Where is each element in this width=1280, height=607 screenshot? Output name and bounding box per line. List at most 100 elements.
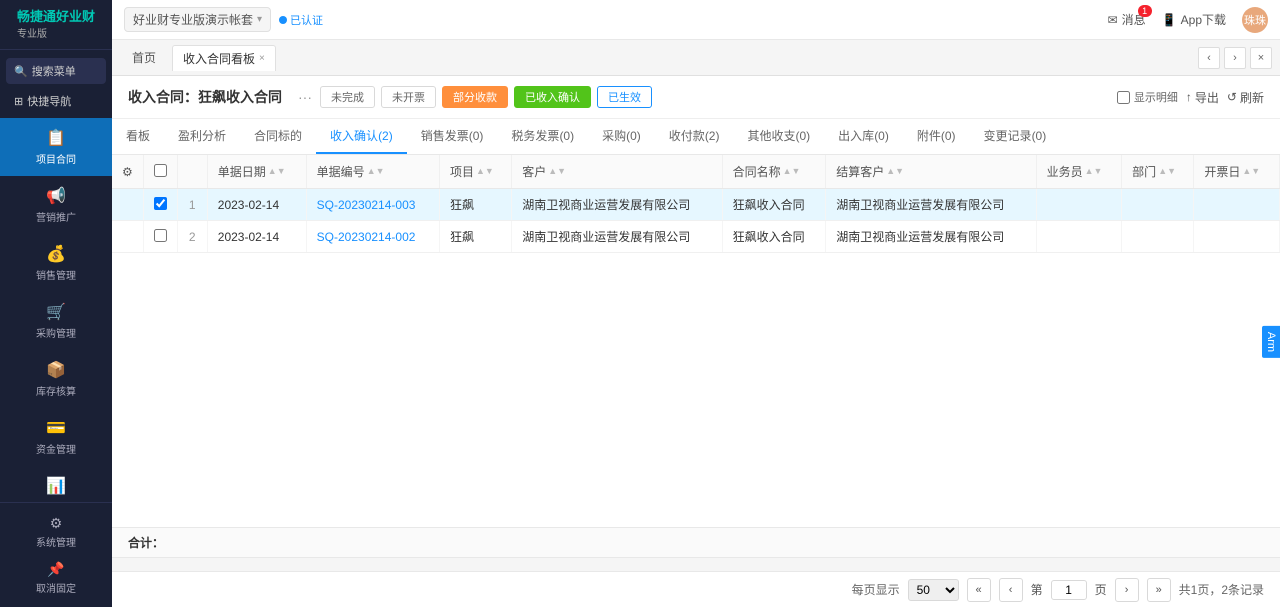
user-action[interactable]: 珠珠: [1242, 7, 1268, 33]
sidebar-item-unpin[interactable]: 📌 取消固定: [0, 555, 112, 601]
th-salesperson[interactable]: 业务员 ▲▼: [1036, 155, 1122, 189]
show-details-toggle[interactable]: 显示明细: [1117, 89, 1178, 105]
subtab-change-log[interactable]: 变更记录(0): [970, 119, 1061, 154]
status-effective-btn[interactable]: 已生效: [597, 86, 652, 108]
contract-more-btn[interactable]: ···: [298, 89, 312, 105]
subtab-purchase[interactable]: 采购(0): [588, 119, 655, 154]
topbar: 好业财专业版演示帐套 ▾ 已认证 ✉ 消息 1 📱 App下载 珠珠: [112, 0, 1280, 40]
th-checkbox: [143, 155, 177, 189]
table-row[interactable]: 1 2023-02-14 SQ-20230214-003 狂飙 湖南卫视商业运营…: [112, 189, 1280, 221]
sort-icon-department: ▲▼: [1158, 167, 1176, 176]
th-invoice-date-label: 开票日: [1204, 163, 1240, 180]
page-current-input[interactable]: [1051, 580, 1087, 600]
sidebar-item-project-contract[interactable]: 📋 项目合同: [0, 118, 112, 176]
row2-checkbox[interactable]: [154, 229, 167, 242]
table-row[interactable]: 2 2023-02-14 SQ-20230214-002 狂飙 湖南卫视商业运营…: [112, 221, 1280, 253]
page-prev-btn[interactable]: ‹: [999, 578, 1023, 602]
page-size-select[interactable]: 50 20 100: [908, 579, 959, 601]
td-contract-2: 狂飙收入合同: [722, 221, 826, 253]
td-department-1: [1122, 189, 1194, 221]
contract-title-name: 狂飙收入合同: [198, 89, 282, 105]
subtab-profit[interactable]: 盈利分析: [164, 119, 240, 154]
th-settlement[interactable]: 结算客户 ▲▼: [826, 155, 1036, 189]
sort-department[interactable]: 部门 ▲▼: [1132, 163, 1183, 180]
subtab-revenue-confirm[interactable]: 收入确认(2): [316, 119, 407, 154]
tab-close-all-btn[interactable]: ×: [1250, 47, 1272, 69]
th-project[interactable]: 项目 ▲▼: [440, 155, 512, 189]
subtab-sales-invoice[interactable]: 销售发票(0): [407, 119, 498, 154]
sidebar: 畅捷通好业财 专业版 🔍 搜索菜单 ⊞ 快捷导航 📋 项目合同 📢 营销推广 💰…: [0, 0, 112, 607]
subtab-warehouse[interactable]: 出入库(0): [824, 119, 903, 154]
status-incomplete-btn[interactable]: 未完成: [320, 86, 375, 108]
select-all-checkbox[interactable]: [154, 164, 167, 177]
subtab-board[interactable]: 看板: [112, 119, 164, 154]
page-last-btn[interactable]: »: [1147, 578, 1171, 602]
company-dropdown-icon: ▾: [257, 14, 262, 25]
row1-checkbox[interactable]: [154, 197, 167, 210]
app-sub: 专业版: [17, 25, 95, 40]
td-project-2: 狂飙: [440, 221, 512, 253]
horizontal-scrollbar[interactable]: [112, 557, 1280, 571]
page-first-btn[interactable]: «: [967, 578, 991, 602]
subtab-contract-items[interactable]: 合同标的: [240, 119, 316, 154]
th-order-no[interactable]: 单据编号 ▲▼: [306, 155, 439, 189]
sort-invoice-date[interactable]: 开票日 ▲▼: [1204, 163, 1269, 180]
td-checkbox-2[interactable]: [143, 221, 177, 253]
td-checkbox-1[interactable]: [143, 189, 177, 221]
td-order-2[interactable]: SQ-20230214-002: [306, 221, 439, 253]
sidebar-item-purchase[interactable]: 🛒 采购管理: [0, 292, 112, 350]
status-confirmed-btn[interactable]: 已收入确认: [514, 86, 591, 108]
page-next-btn[interactable]: ›: [1115, 578, 1139, 602]
data-table: ⚙ 单据日期 ▲▼: [112, 155, 1280, 253]
tab-close-icon[interactable]: ×: [259, 53, 265, 64]
subtab-attachment[interactable]: 附件(0): [903, 119, 970, 154]
tab-nav: ‹ › ×: [1198, 47, 1272, 69]
sidebar-item-finance[interactable]: 💳 资金管理: [0, 408, 112, 466]
td-setting-2: [112, 221, 143, 253]
sort-settlement[interactable]: 结算客户 ▲▼: [836, 163, 1025, 180]
sort-customer[interactable]: 客户 ▲▼: [522, 163, 711, 180]
tab-home[interactable]: 首页: [120, 45, 168, 70]
sidebar-item-sales[interactable]: 💰 销售管理: [0, 234, 112, 292]
th-customer-label: 客户: [522, 163, 546, 180]
show-details-checkbox[interactable]: [1117, 91, 1130, 104]
sort-project[interactable]: 项目 ▲▼: [450, 163, 501, 180]
tab-contract-board[interactable]: 收入合同看板 ×: [172, 45, 276, 71]
tab-next-btn[interactable]: ›: [1224, 47, 1246, 69]
sort-salesperson[interactable]: 业务员 ▲▼: [1047, 163, 1112, 180]
sort-order-no[interactable]: 单据编号 ▲▼: [317, 163, 429, 180]
sidebar-item-ledger[interactable]: 📊 总账管理: [0, 466, 112, 502]
order-link-2[interactable]: SQ-20230214-002: [317, 230, 416, 244]
th-date[interactable]: 单据日期 ▲▼: [207, 155, 306, 189]
th-department[interactable]: 部门 ▲▼: [1122, 155, 1194, 189]
tab-prev-btn[interactable]: ‹: [1198, 47, 1220, 69]
table-wrapper[interactable]: ⚙ 单据日期 ▲▼: [112, 155, 1280, 527]
export-btn[interactable]: ↑ 导出: [1186, 89, 1219, 106]
refresh-btn[interactable]: ↺ 刷新: [1227, 89, 1264, 106]
app-download-action[interactable]: 📱 App下载: [1162, 11, 1226, 28]
subtab-tax-invoice[interactable]: 税务发票(0): [497, 119, 588, 154]
td-order-1[interactable]: SQ-20230214-003: [306, 189, 439, 221]
sidebar-search-btn[interactable]: 🔍 搜索菜单: [6, 58, 106, 84]
sidebar-item-system[interactable]: ⚙ 系统管理: [0, 509, 112, 555]
sidebar-item-marketing[interactable]: 📢 营销推广: [0, 176, 112, 234]
status-uninvoiced-btn[interactable]: 未开票: [381, 86, 436, 108]
message-action[interactable]: ✉ 消息 1: [1108, 11, 1146, 28]
status-partial-btn[interactable]: 部分收款: [442, 86, 508, 108]
sort-date[interactable]: 单据日期 ▲▼: [218, 163, 296, 180]
refresh-icon: ↺: [1227, 90, 1237, 104]
sidebar-quick-nav-btn[interactable]: ⊞ 快捷导航: [6, 88, 106, 114]
sidebar-item-inventory[interactable]: 📦 库存核算: [0, 350, 112, 408]
subtab-other-income[interactable]: 其他收支(0): [733, 119, 824, 154]
order-link-1[interactable]: SQ-20230214-003: [317, 198, 416, 212]
app-name: 畅捷通好业财: [17, 9, 95, 26]
th-customer[interactable]: 客户 ▲▼: [512, 155, 722, 189]
sidebar-bottom-label-1: 取消固定: [36, 580, 76, 595]
th-invoice-date[interactable]: 开票日 ▲▼: [1194, 155, 1280, 189]
sort-contract[interactable]: 合同名称 ▲▼: [733, 163, 816, 180]
subtab-payment[interactable]: 收付款(2): [655, 119, 734, 154]
th-contract[interactable]: 合同名称 ▲▼: [722, 155, 826, 189]
td-setting-1: [112, 189, 143, 221]
company-select[interactable]: 好业财专业版演示帐套 ▾: [124, 7, 271, 32]
right-panel-arm[interactable]: Arm: [1262, 325, 1280, 357]
